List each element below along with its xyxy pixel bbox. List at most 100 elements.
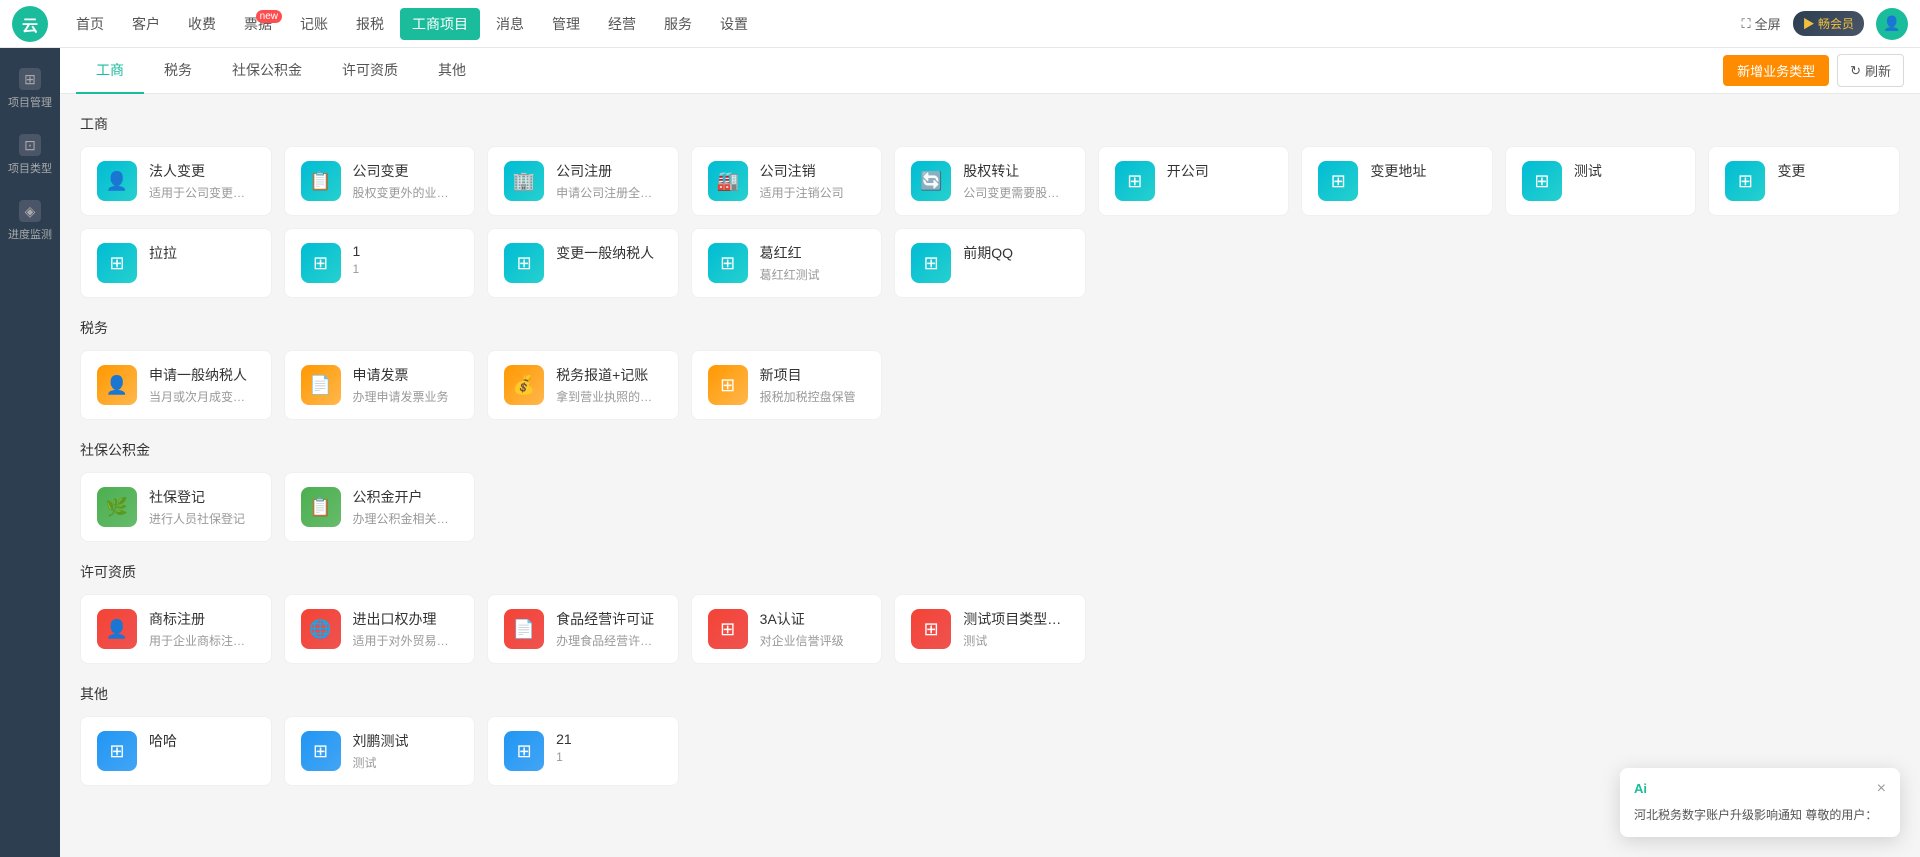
card-title-company-change: 公司变更 bbox=[353, 161, 459, 181]
notification-close-button[interactable]: × bbox=[1877, 780, 1886, 798]
card-icon-new-project: ⊞ bbox=[708, 365, 748, 405]
content-area: 工商 👤 法人变更 适用于公司变更法人 📋 公司变更 bbox=[60, 94, 1920, 822]
card-desc-apply-invoice: 办理申请发票业务 bbox=[353, 388, 459, 405]
card-company-cancel[interactable]: 🏭 公司注销 适用于注销公司 bbox=[691, 146, 883, 216]
nav-invoices[interactable]: 票据 new bbox=[232, 8, 284, 40]
card-desc-new-project: 报税加税控盘保管 bbox=[760, 388, 866, 405]
nav-billing[interactable]: 收费 bbox=[176, 8, 228, 40]
new-type-button[interactable]: 新增业务类型 bbox=[1723, 55, 1829, 86]
card-mahonghong[interactable]: ⊞ 葛红红 葛红红测试 bbox=[691, 228, 883, 298]
user-avatar[interactable]: 👤 bbox=[1876, 8, 1908, 40]
tab-actions: 新增业务类型 ↻ 刷新 bbox=[1723, 54, 1904, 87]
card-icon-change1: ⊞ bbox=[1725, 161, 1765, 201]
card-desc-import-export: 适用于对外贸易经营者 bbox=[353, 632, 459, 649]
card-icon-num21: ⊞ bbox=[504, 731, 544, 771]
refresh-button[interactable]: ↻ 刷新 bbox=[1837, 54, 1904, 87]
card-icon-early-qq: ⊞ bbox=[911, 243, 951, 283]
play-icon: ▶ bbox=[1803, 17, 1815, 31]
vip-button[interactable]: ▶ 畅会员 bbox=[1793, 11, 1864, 36]
card-apply-invoice[interactable]: 📄 申请发票 办理申请发票业务 bbox=[284, 350, 476, 420]
tab-tax[interactable]: 税务 bbox=[144, 48, 212, 94]
license-section-title: 许可资质 bbox=[80, 562, 1900, 582]
nav-tax[interactable]: 报税 bbox=[344, 8, 396, 40]
new-badge: new bbox=[256, 10, 282, 23]
nav-management[interactable]: 管理 bbox=[540, 8, 592, 40]
nav-clients[interactable]: 客户 bbox=[120, 8, 172, 40]
card-title-company-cancel: 公司注销 bbox=[760, 161, 866, 181]
card-title-import-export: 进出口权办理 bbox=[353, 609, 459, 629]
card-early-qq[interactable]: ⊞ 前期QQ bbox=[894, 228, 1086, 298]
card-desc-3a-cert: 对企业信誉评级 bbox=[760, 632, 866, 649]
card-change-address[interactable]: ⊞ 变更地址 bbox=[1301, 146, 1493, 216]
card-icon-company-cancel: 🏭 bbox=[708, 161, 748, 201]
nav-messages[interactable]: 消息 bbox=[484, 8, 536, 40]
license-cards-grid: 👤 商标注册 用于企业商标注册服务 🌐 进出口权办理 适用于对外贸易经营者 bbox=[80, 594, 1900, 664]
industry-section: 工商 👤 法人变更 适用于公司变更法人 📋 公司变更 bbox=[80, 114, 1900, 298]
card-liupeng-test[interactable]: ⊞ 刘鹏测试 测试 bbox=[284, 716, 476, 786]
card-trademark[interactable]: 👤 商标注册 用于企业商标注册服务 bbox=[80, 594, 272, 664]
notification-text: 河北税务数字账户升级影响通知 尊敬的用户： bbox=[1634, 806, 1886, 825]
tab-industry[interactable]: 工商 bbox=[76, 48, 144, 94]
card-test-type-def[interactable]: ⊞ 测试项目类型目定义 测试 bbox=[894, 594, 1086, 664]
card-equity-transfer[interactable]: 🔄 股权转让 公司变更需要股权转让 bbox=[894, 146, 1086, 216]
card-desc-legal-change: 适用于公司变更法人 bbox=[149, 184, 255, 201]
tab-others[interactable]: 其他 bbox=[418, 48, 486, 94]
card-title-new-project: 新项目 bbox=[760, 365, 866, 385]
nav-home[interactable]: 首页 bbox=[64, 8, 116, 40]
sidebar-item-project-types[interactable]: ⊡ 项目类型 bbox=[0, 126, 60, 184]
card-lala[interactable]: ⊞ 拉拉 bbox=[80, 228, 272, 298]
card-company-register[interactable]: 🏢 公司注册 申请公司注册全流程 bbox=[487, 146, 679, 216]
nav-operations[interactable]: 经营 bbox=[596, 8, 648, 40]
notification-header: Ai × bbox=[1634, 780, 1886, 798]
card-food-license[interactable]: 📄 食品经营许可证 办理食品经营许可证 bbox=[487, 594, 679, 664]
tab-social[interactable]: 社保公积金 bbox=[212, 48, 322, 94]
card-title-haha: 哈哈 bbox=[149, 731, 255, 751]
card-haha[interactable]: ⊞ 哈哈 bbox=[80, 716, 272, 786]
right-actions: ⛶ 全屏 ▶ 畅会员 👤 bbox=[1742, 8, 1909, 40]
sidebar-item-progress[interactable]: ◈ 进度监测 bbox=[0, 192, 60, 250]
nav-items: 首页 客户 收费 票据 new 记账 报税 工商项目 消息 管理 经营 服务 设… bbox=[64, 8, 1742, 40]
nav-accounting[interactable]: 记账 bbox=[288, 8, 340, 40]
card-social-register[interactable]: 🌿 社保登记 进行人员社保登记 bbox=[80, 472, 272, 542]
card-desc-trademark: 用于企业商标注册服务 bbox=[149, 632, 255, 649]
social-section-title: 社保公积金 bbox=[80, 440, 1900, 460]
card-apply-taxpayer[interactable]: 👤 申请一般纳税人 当月或次月成变更完成 bbox=[80, 350, 272, 420]
card-3a-cert[interactable]: ⊞ 3A认证 对企业信誉评级 bbox=[691, 594, 883, 664]
social-cards-grid: 🌿 社保登记 进行人员社保登记 📋 公积金开户 办理公积金相关业务 bbox=[80, 472, 1900, 542]
card-legal-change[interactable]: 👤 法人变更 适用于公司变更法人 bbox=[80, 146, 272, 216]
card-test1[interactable]: ⊞ 测试 bbox=[1505, 146, 1697, 216]
card-company-change[interactable]: 📋 公司变更 股权变更外的业务变更 bbox=[284, 146, 476, 216]
card-title-social-register: 社保登记 bbox=[149, 487, 255, 507]
nav-industry[interactable]: 工商项目 bbox=[400, 8, 480, 40]
fullscreen-icon: ⛶ bbox=[1742, 16, 1751, 32]
card-title-early-qq: 前期QQ bbox=[963, 243, 1069, 263]
card-desc-company-cancel: 适用于注销公司 bbox=[760, 184, 866, 201]
card-num1[interactable]: ⊞ 1 1 bbox=[284, 228, 476, 298]
industry-cards-grid: 👤 法人变更 适用于公司变更法人 📋 公司变更 股权变更外的业务变更 bbox=[80, 146, 1900, 298]
tab-bar: 工商 税务 社保公积金 许可资质 其他 新增业务类型 ↻ 刷新 bbox=[60, 48, 1920, 94]
card-title-num1: 1 bbox=[353, 243, 459, 259]
nav-services[interactable]: 服务 bbox=[652, 8, 704, 40]
card-desc-apply-taxpayer: 当月或次月成变更完成 bbox=[149, 388, 255, 405]
card-tax-accounting[interactable]: 💰 税务报道+记账 拿到营业执照的新公司 bbox=[487, 350, 679, 420]
card-title-change-address: 变更地址 bbox=[1370, 161, 1476, 181]
category-icon: ⊡ bbox=[19, 134, 41, 156]
fullscreen-button[interactable]: ⛶ 全屏 bbox=[1742, 14, 1781, 33]
card-desc-num1: 1 bbox=[353, 262, 459, 276]
card-icon-apply-taxpayer: 👤 bbox=[97, 365, 137, 405]
app-logo[interactable]: 云 bbox=[12, 6, 48, 42]
tab-license[interactable]: 许可资质 bbox=[322, 48, 418, 94]
card-open-company[interactable]: ⊞ 开公司 bbox=[1098, 146, 1290, 216]
card-import-export[interactable]: 🌐 进出口权办理 适用于对外贸易经营者 bbox=[284, 594, 476, 664]
card-desc-equity-transfer: 公司变更需要股权转让 bbox=[963, 184, 1069, 201]
refresh-icon: ↻ bbox=[1850, 63, 1861, 79]
card-new-project[interactable]: ⊞ 新项目 报税加税控盘保管 bbox=[691, 350, 883, 420]
card-change-taxpayer[interactable]: ⊞ 变更一般纳税人 bbox=[487, 228, 679, 298]
card-num21[interactable]: ⊞ 21 1 bbox=[487, 716, 679, 786]
card-icon-change-taxpayer: ⊞ bbox=[504, 243, 544, 283]
nav-settings[interactable]: 设置 bbox=[708, 8, 760, 40]
card-fund-account[interactable]: 📋 公积金开户 办理公积金相关业务 bbox=[284, 472, 476, 542]
card-icon-fund-account: 📋 bbox=[301, 487, 341, 527]
sidebar-item-project-mgmt[interactable]: ⊞ 项目管理 bbox=[0, 60, 60, 118]
card-change1[interactable]: ⊞ 变更 bbox=[1708, 146, 1900, 216]
